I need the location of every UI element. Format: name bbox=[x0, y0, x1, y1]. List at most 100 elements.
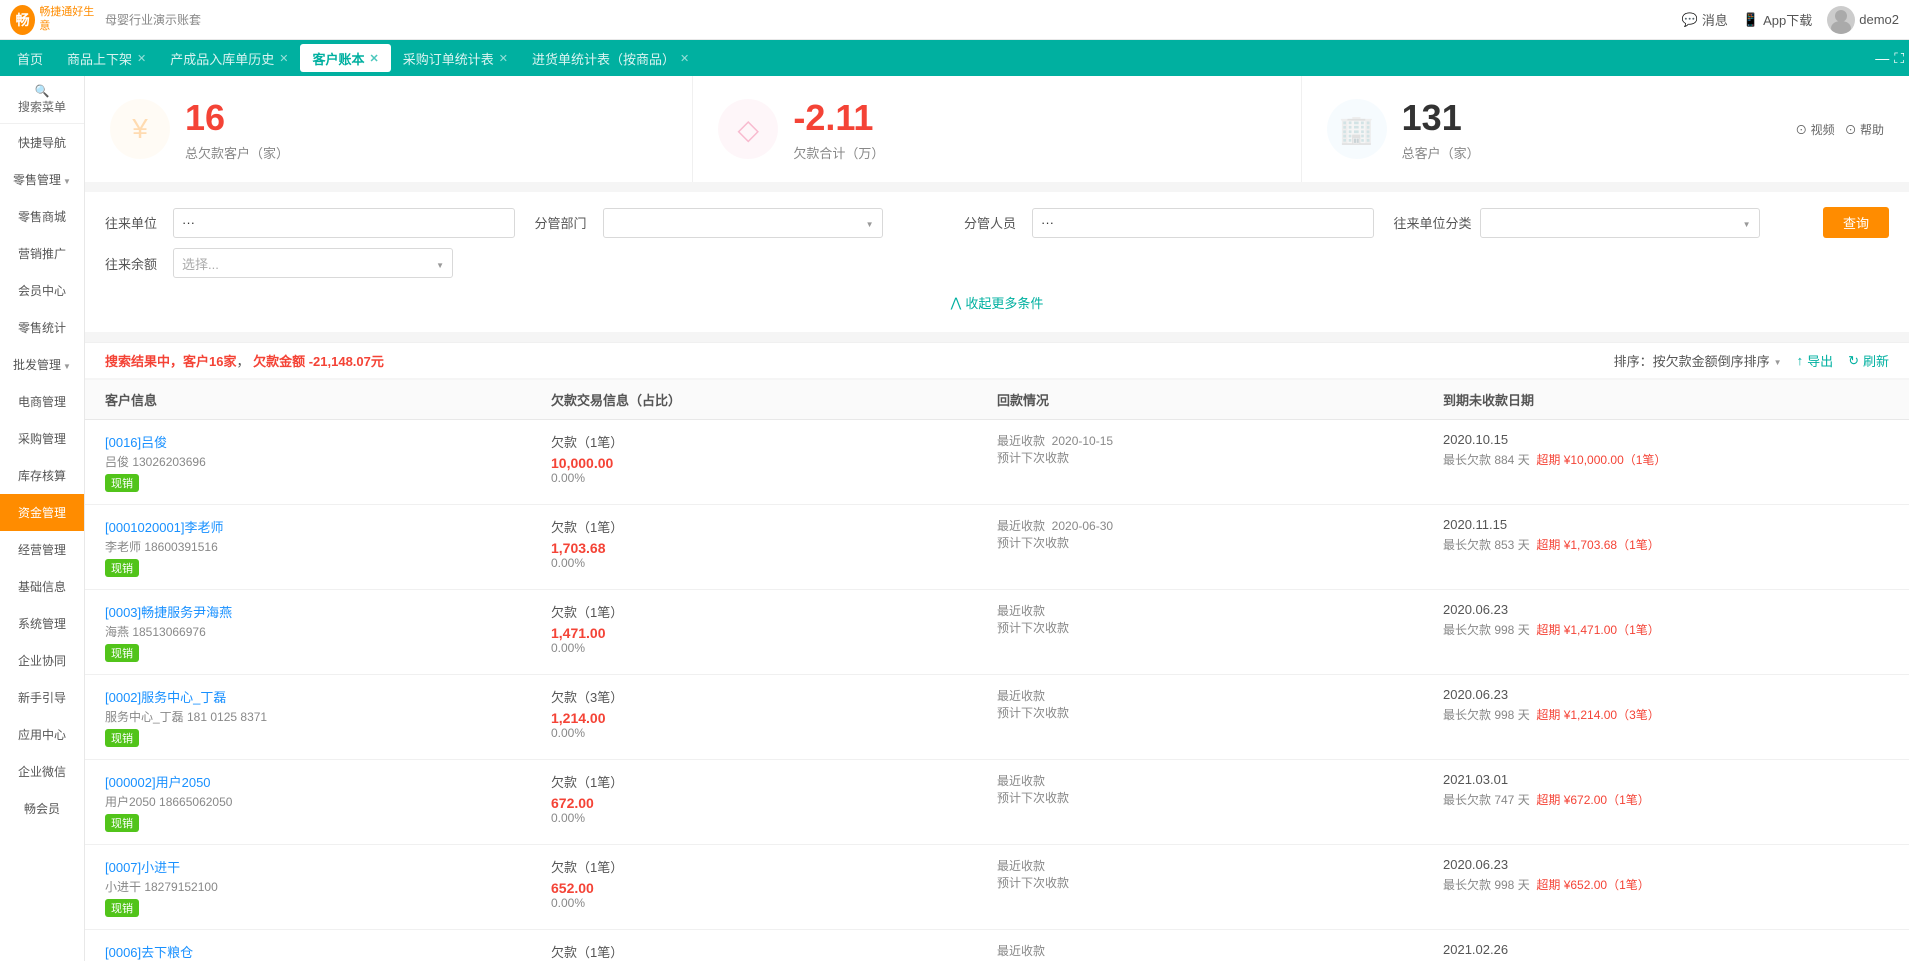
overdue-amount-link[interactable]: 超期 ¥652.00（1笔） bbox=[1536, 878, 1649, 892]
refresh-btn[interactable]: ↻ 刷新 bbox=[1848, 351, 1889, 370]
customer-phone: 海燕 18513066976 bbox=[105, 623, 551, 640]
balance-select[interactable]: 选择... bbox=[173, 248, 453, 278]
customer-name-link[interactable]: [0001020001]李老师 bbox=[105, 517, 551, 536]
payment-next-label: 预计下次收款 bbox=[997, 704, 1443, 721]
sidebar-item-members[interactable]: 会员中心 bbox=[0, 272, 84, 309]
customer-name-link[interactable]: [000002]用户2050 bbox=[105, 772, 551, 791]
customer-name-link[interactable]: [0007]小进干 bbox=[105, 857, 551, 876]
debt-cell: 欠款（1笔） 455.90 0.00% bbox=[551, 942, 997, 961]
sidebar-item-retail-stats[interactable]: 零售统计 bbox=[0, 309, 84, 346]
classification-select[interactable] bbox=[1480, 208, 1760, 238]
message-btn[interactable]: 💬 消息 bbox=[1682, 10, 1728, 29]
tab-product-history[interactable]: 产成品入库单历史 ✕ bbox=[158, 44, 300, 72]
help-btn[interactable]: ⊙ 帮助 bbox=[1845, 121, 1884, 138]
debt-ratio: 0.00% bbox=[551, 471, 997, 485]
tab-purchase-order[interactable]: 采购订单统计表 ✕ bbox=[391, 44, 520, 72]
overdue-due-date: 2020.06.23 bbox=[1443, 602, 1889, 617]
sidebar-item-inventory[interactable]: 库存核算 bbox=[0, 457, 84, 494]
debt-amount[interactable]: 1,703.68 bbox=[551, 540, 997, 556]
table-row: [0007]小进干 小进干 18279152100 现销 欠款（1笔） 652.… bbox=[85, 845, 1909, 930]
results-info: 搜索结果中，客户16家， 欠款金额 -21,148.07元 bbox=[105, 351, 384, 370]
sidebar-search-btn[interactable]: 🔍 搜索菜单 bbox=[0, 76, 84, 124]
stats-row: ¥ 16 总欠款客户（家） ◇ -2.11 欠款合计（万） 🏢 131 总客户（… bbox=[85, 76, 1909, 182]
debtors-number: 16 bbox=[185, 96, 667, 139]
app-download-btn[interactable]: 📱 App下载 bbox=[1743, 10, 1812, 29]
debt-cell: 欠款（1笔） 652.00 0.00% bbox=[551, 857, 997, 910]
view-video-btn[interactable]: ⊙ 视频 bbox=[1795, 121, 1834, 138]
person-input[interactable]: ··· bbox=[1032, 208, 1374, 238]
filter-row-2: 往来余额 选择... bbox=[105, 248, 1889, 278]
overdue-days: 最长欠款 998 天 超期 ¥652.00（1笔） bbox=[1443, 876, 1889, 893]
sidebar-item-chang-member[interactable]: 畅会员 bbox=[0, 790, 84, 827]
payment-next-label: 预计下次收款 bbox=[997, 619, 1443, 636]
customer-name-link[interactable]: [0003]畅捷服务尹海燕 bbox=[105, 602, 551, 621]
debt-amount[interactable]: 672.00 bbox=[551, 795, 997, 811]
tab-customer-account[interactable]: 客户账本 ✕ bbox=[300, 44, 390, 72]
debt-cell: 欠款（1笔） 10,000.00 0.00% bbox=[551, 432, 997, 485]
sidebar-item-retail-mall[interactable]: 零售商城 bbox=[0, 198, 84, 235]
overdue-amount-link[interactable]: 超期 ¥1,214.00（3笔） bbox=[1536, 708, 1659, 722]
tab-import-stats[interactable]: 进货单统计表（按商品） ✕ bbox=[520, 44, 701, 72]
sidebar-item-marketing[interactable]: 营销推广 bbox=[0, 235, 84, 272]
user-avatar[interactable]: demo2 bbox=[1827, 6, 1899, 34]
tab-home[interactable]: 首页 bbox=[5, 44, 55, 72]
debt-amount[interactable]: 10,000.00 bbox=[551, 455, 997, 471]
debt-amount[interactable]: 1,471.00 bbox=[551, 625, 997, 641]
customer-info-cell: [000002]用户2050 用户2050 18665062050 现销 bbox=[105, 772, 551, 832]
payment-last-label: 最近收款 2020-10-15 bbox=[997, 432, 1443, 449]
debtors-info: 16 总欠款客户（家） bbox=[185, 96, 667, 162]
tab-product-shelf[interactable]: 商品上下架 ✕ bbox=[55, 44, 158, 72]
export-btn[interactable]: ↑ 导出 bbox=[1797, 351, 1834, 370]
tab-close-product-history[interactable]: ✕ bbox=[279, 52, 288, 65]
sidebar-item-new-guide[interactable]: 新手引导 bbox=[0, 679, 84, 716]
sidebar-item-enterprise-wechat[interactable]: 企业微信 bbox=[0, 753, 84, 790]
supplier-input[interactable]: ··· bbox=[173, 208, 515, 238]
debt-count: 欠款（1笔） bbox=[551, 602, 997, 621]
overdue-amount-link[interactable]: 超期 ¥1,703.68（1笔） bbox=[1536, 538, 1659, 552]
sidebar-item-app-center[interactable]: 应用中心 bbox=[0, 716, 84, 753]
sidebar-item-purchase[interactable]: 采购管理 bbox=[0, 420, 84, 457]
filter-area: 往来单位 ··· 分管部门 分管人员 ··· bbox=[85, 192, 1909, 332]
sidebar-item-batch-mgmt[interactable]: 批发管理 bbox=[0, 346, 84, 383]
total-customers-number: 131 bbox=[1402, 96, 1781, 139]
sidebar-item-ecommerce[interactable]: 电商管理 bbox=[0, 383, 84, 420]
debt-amount[interactable]: 652.00 bbox=[551, 880, 997, 896]
debtors-icon: ¥ bbox=[110, 99, 170, 159]
overdue-amount-link[interactable]: 超期 ¥672.00（1笔） bbox=[1536, 793, 1649, 807]
customer-name-link[interactable]: [0002]服务中心_丁磊 bbox=[105, 687, 551, 706]
table-row: [0001020001]李老师 李老师 18600391516 现销 欠款（1笔… bbox=[85, 505, 1909, 590]
sidebar-item-system[interactable]: 系统管理 bbox=[0, 605, 84, 642]
collapse-btn[interactable]: ⋀ 收起更多条件 bbox=[105, 288, 1889, 317]
tab-bar-maximize[interactable]: ⛶ bbox=[1894, 50, 1904, 67]
table-row: [0002]服务中心_丁磊 服务中心_丁磊 181 0125 8371 现销 欠… bbox=[85, 675, 1909, 760]
sidebar-item-basic-info[interactable]: 基础信息 bbox=[0, 568, 84, 605]
overdue-amount-link[interactable]: 超期 ¥1,471.00（1笔） bbox=[1536, 623, 1659, 637]
overdue-amount-link[interactable]: 超期 ¥10,000.00（1笔） bbox=[1536, 453, 1666, 467]
payment-cell: 最近收款 预计下次收款 bbox=[997, 602, 1443, 636]
stat-card-actions: ⊙ 视频 ⊙ 帮助 bbox=[1795, 121, 1884, 138]
tab-close-purchase-order[interactable]: ✕ bbox=[499, 52, 508, 65]
sidebar-item-capital[interactable]: 资金管理 bbox=[0, 494, 84, 531]
sidebar-item-retail-mgmt[interactable]: 零售管理 bbox=[0, 161, 84, 198]
chevron-down-icon-batch bbox=[63, 358, 71, 372]
sidebar-item-operations[interactable]: 经营管理 bbox=[0, 531, 84, 568]
tab-close-product-shelf[interactable]: ✕ bbox=[137, 52, 146, 65]
tab-close-customer-account[interactable]: ✕ bbox=[370, 52, 379, 65]
total-customers-label: 总客户（家） bbox=[1402, 143, 1781, 162]
sidebar-item-quick-nav[interactable]: 快捷导航 bbox=[0, 124, 84, 161]
tab-close-import-stats[interactable]: ✕ bbox=[680, 52, 689, 65]
sidebar-item-enterprise[interactable]: 企业协同 bbox=[0, 642, 84, 679]
tab-bar-minimize[interactable]: — bbox=[1875, 50, 1889, 67]
overdue-cell: 2020.06.23 最长欠款 998 天 超期 ¥1,214.00（3笔） bbox=[1443, 687, 1889, 723]
payment-cell: 最近收款 预计下次收款 bbox=[997, 942, 1443, 961]
sort-select[interactable]: 排序：按欠款金额倒序排序 bbox=[1614, 351, 1782, 370]
search-button[interactable]: 查询 bbox=[1823, 207, 1889, 238]
filter-dept: 分管部门 bbox=[535, 208, 945, 238]
customer-name-link[interactable]: [0016]吕俊 bbox=[105, 432, 551, 451]
dept-select[interactable] bbox=[603, 208, 883, 238]
debt-cell: 欠款（1笔） 1,703.68 0.00% bbox=[551, 517, 997, 570]
debt-amount[interactable]: 1,214.00 bbox=[551, 710, 997, 726]
debt-count: 欠款（3笔） bbox=[551, 687, 997, 706]
debt-count: 欠款（1笔） bbox=[551, 857, 997, 876]
customer-name-link[interactable]: [0006]去下粮仓 bbox=[105, 942, 551, 961]
